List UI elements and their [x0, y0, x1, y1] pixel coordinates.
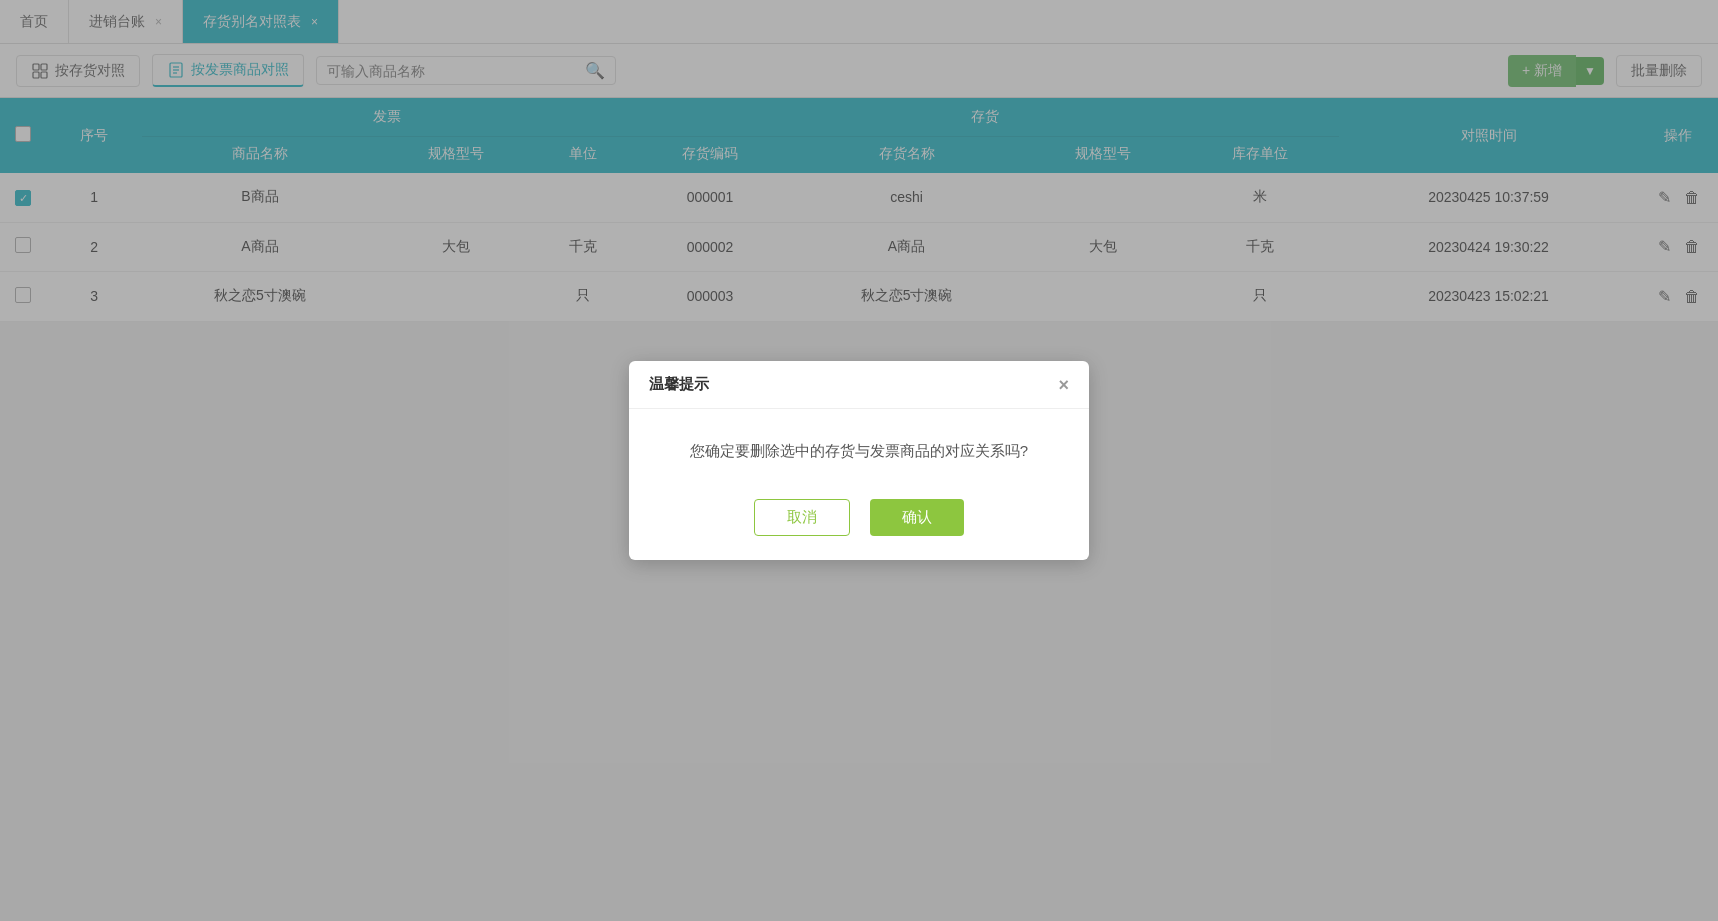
dialog-overlay: 温馨提示 × 您确定要删除选中的存货与发票商品的对应关系吗? 取消 确认 — [0, 0, 1718, 322]
